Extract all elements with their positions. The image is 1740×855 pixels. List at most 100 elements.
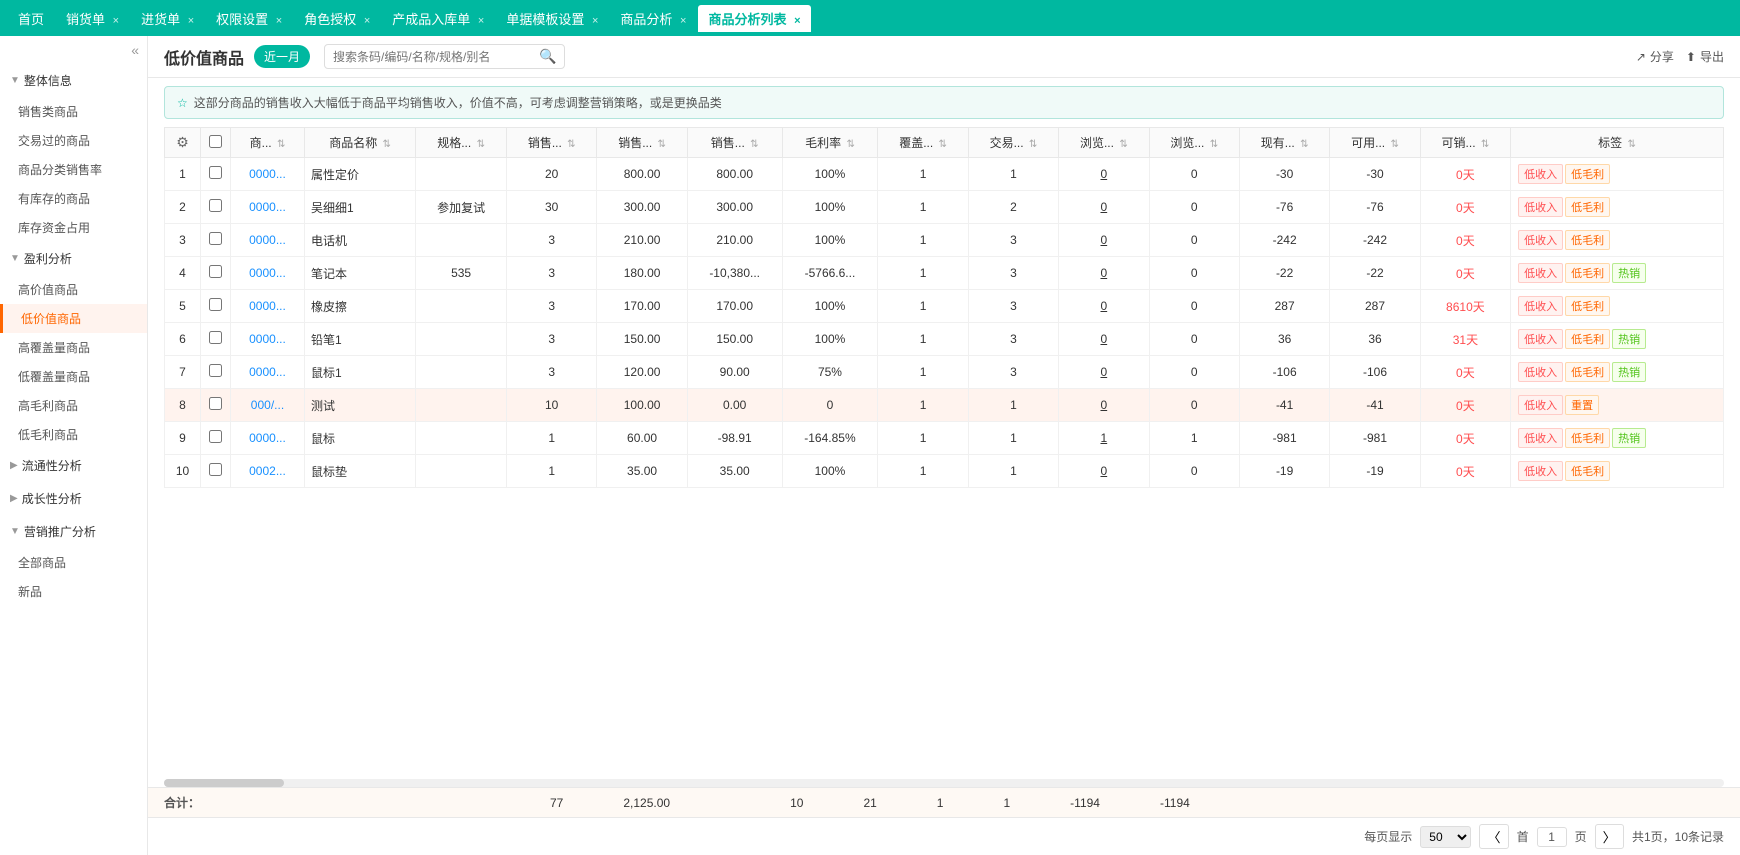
horizontal-scrollbar[interactable]: [164, 779, 1724, 787]
row-checkbox[interactable]: [209, 463, 222, 476]
code-column-header[interactable]: 商... ⇅: [231, 128, 305, 158]
row-checkbox[interactable]: [209, 364, 222, 377]
sales-qty-column-header[interactable]: 销售... ⇅: [506, 128, 596, 158]
nav-product-analysis[interactable]: 商品分析 ×: [610, 5, 696, 32]
sidebar-item-low-margin[interactable]: 低毛利商品: [0, 420, 147, 449]
sidebar-item-new-products[interactable]: 新品: [0, 577, 147, 606]
row-checkbox[interactable]: [209, 199, 222, 212]
footer-sales-qty: 77: [550, 796, 563, 810]
info-icon: ☆: [177, 96, 188, 110]
gear-column-header[interactable]: ⚙: [165, 128, 201, 158]
sellable-days: 31天: [1420, 323, 1510, 356]
row-number: 8: [165, 389, 201, 422]
gross-margin: 100%: [782, 191, 878, 224]
current-stock: -41: [1239, 389, 1329, 422]
sidebar-group-profit[interactable]: ▼ 盈利分析: [0, 242, 147, 275]
available-column-header[interactable]: 可用... ⇅: [1330, 128, 1420, 158]
product-code: 0000...: [231, 356, 305, 389]
product-code: 000/...: [231, 389, 305, 422]
row-number: 4: [165, 257, 201, 290]
row-checkbox[interactable]: [209, 397, 222, 410]
scroll-thumb[interactable]: [164, 779, 284, 787]
gross-margin-column-header[interactable]: 毛利率 ⇅: [782, 128, 878, 158]
sidebar-item-low-value[interactable]: 低价值商品: [0, 304, 147, 333]
sidebar-item-inventory-capital[interactable]: 库存资金占用: [0, 213, 147, 242]
name-column-header[interactable]: 商品名称 ⇅: [304, 128, 415, 158]
gross-margin: 100%: [782, 224, 878, 257]
current-stock: 287: [1239, 290, 1329, 323]
sales-price: 100.00: [597, 389, 687, 422]
share-button[interactable]: ↗ 分享: [1636, 48, 1674, 65]
footer-trade: 21: [863, 796, 876, 810]
sellable-days: 0天: [1420, 257, 1510, 290]
row-number: 7: [165, 356, 201, 389]
nav-role-auth[interactable]: 角色授权 ×: [294, 5, 380, 32]
nav-sales-order[interactable]: 销货单 ×: [56, 5, 129, 32]
trade-column-header[interactable]: 交易... ⇅: [968, 128, 1058, 158]
tag-badge: 低收入: [1518, 395, 1563, 415]
row-checkbox[interactable]: [209, 232, 222, 245]
row-checkbox-cell: [201, 257, 231, 290]
search-icon[interactable]: 🔍: [539, 48, 556, 65]
row-checkbox-cell: [201, 290, 231, 323]
product-name: 测试: [304, 389, 415, 422]
row-checkbox[interactable]: [209, 166, 222, 179]
sidebar-item-stocked-products[interactable]: 有库存的商品: [0, 184, 147, 213]
table-row: 60000...铅笔13150.00150.00100%1300363631天低…: [165, 323, 1724, 356]
browse2-column-header[interactable]: 浏览... ⇅: [1149, 128, 1239, 158]
next-page-btn[interactable]: 〉: [1595, 824, 1624, 849]
sales-price-column-header[interactable]: 销售... ⇅: [597, 128, 687, 158]
sidebar-group-flow[interactable]: ▶ 流通性分析: [0, 449, 147, 482]
nav-home[interactable]: 首页: [8, 5, 54, 32]
gross-margin: 0: [782, 389, 878, 422]
search-input[interactable]: [333, 50, 533, 64]
sidebar-item-all-products[interactable]: 全部商品: [0, 548, 147, 577]
sidebar-item-category-sales-rate[interactable]: 商品分类销售率: [0, 155, 147, 184]
select-all-checkbox[interactable]: [209, 135, 222, 148]
sidebar-item-sales-products[interactable]: 销售类商品: [0, 97, 147, 126]
tags-column-header[interactable]: 标签 ⇅: [1511, 128, 1724, 158]
product-tags: 低收入低毛利: [1511, 455, 1724, 488]
per-page-select[interactable]: 50 100 200: [1420, 826, 1471, 848]
browse1-column-header[interactable]: 浏览... ⇅: [1059, 128, 1149, 158]
first-page-btn[interactable]: 〈: [1479, 824, 1508, 849]
row-checkbox[interactable]: [209, 331, 222, 344]
sidebar-item-high-value[interactable]: 高价值商品: [0, 275, 147, 304]
page-title: 低价值商品: [164, 45, 244, 69]
sidebar-group-growth[interactable]: ▶ 成长性分析: [0, 482, 147, 515]
nav-permission[interactable]: 权限设置 ×: [206, 5, 292, 32]
row-checkbox[interactable]: [209, 265, 222, 278]
search-box: 🔍: [324, 44, 565, 69]
spec-column-header[interactable]: 规格... ⇅: [416, 128, 507, 158]
current-page-num[interactable]: 1: [1537, 827, 1567, 847]
tag-badge: 低收入: [1518, 296, 1563, 316]
sidebar-group-overall[interactable]: ▼ 整体信息: [0, 64, 147, 97]
sidebar-item-low-coverage[interactable]: 低覆盖量商品: [0, 362, 147, 391]
available-stock: -19: [1330, 455, 1420, 488]
sales-amount-column-header[interactable]: 销售... ⇅: [687, 128, 782, 158]
tag-badge: 热销: [1612, 329, 1646, 349]
nav-product-storage[interactable]: 产成品入库单 ×: [382, 5, 494, 32]
current-stock-column-header[interactable]: 现有... ⇅: [1239, 128, 1329, 158]
nav-purchase-order[interactable]: 进货单 ×: [131, 5, 204, 32]
coverage-column-header[interactable]: 覆盖... ⇅: [878, 128, 968, 158]
nav-product-analysis-list[interactable]: 商品分析列表 ×: [698, 5, 810, 32]
sidebar-collapse-btn[interactable]: «: [0, 36, 147, 64]
row-checkbox[interactable]: [209, 298, 222, 311]
sales-amount: 0.00: [687, 389, 782, 422]
row-checkbox[interactable]: [209, 430, 222, 443]
sellable-column-header[interactable]: 可销... ⇅: [1420, 128, 1510, 158]
chevron-down-icon-2: ▼: [10, 253, 20, 264]
sidebar-group-marketing[interactable]: ▼ 营销推广分析: [0, 515, 147, 548]
export-button[interactable]: ⬆ 导出: [1686, 48, 1724, 65]
sidebar-item-high-coverage[interactable]: 高覆盖量商品: [0, 333, 147, 362]
settings-icon[interactable]: ⚙: [176, 134, 189, 150]
filter-recent-month-btn[interactable]: 近一月: [254, 45, 310, 68]
sales-price: 150.00: [597, 323, 687, 356]
sidebar-item-traded-products[interactable]: 交易过的商品: [0, 126, 147, 155]
sidebar-item-high-margin[interactable]: 高毛利商品: [0, 391, 147, 420]
nav-template-settings[interactable]: 单据模板设置 ×: [496, 5, 608, 32]
product-tags: 低收入低毛利: [1511, 158, 1724, 191]
row-number: 1: [165, 158, 201, 191]
coverage: 1: [878, 224, 968, 257]
